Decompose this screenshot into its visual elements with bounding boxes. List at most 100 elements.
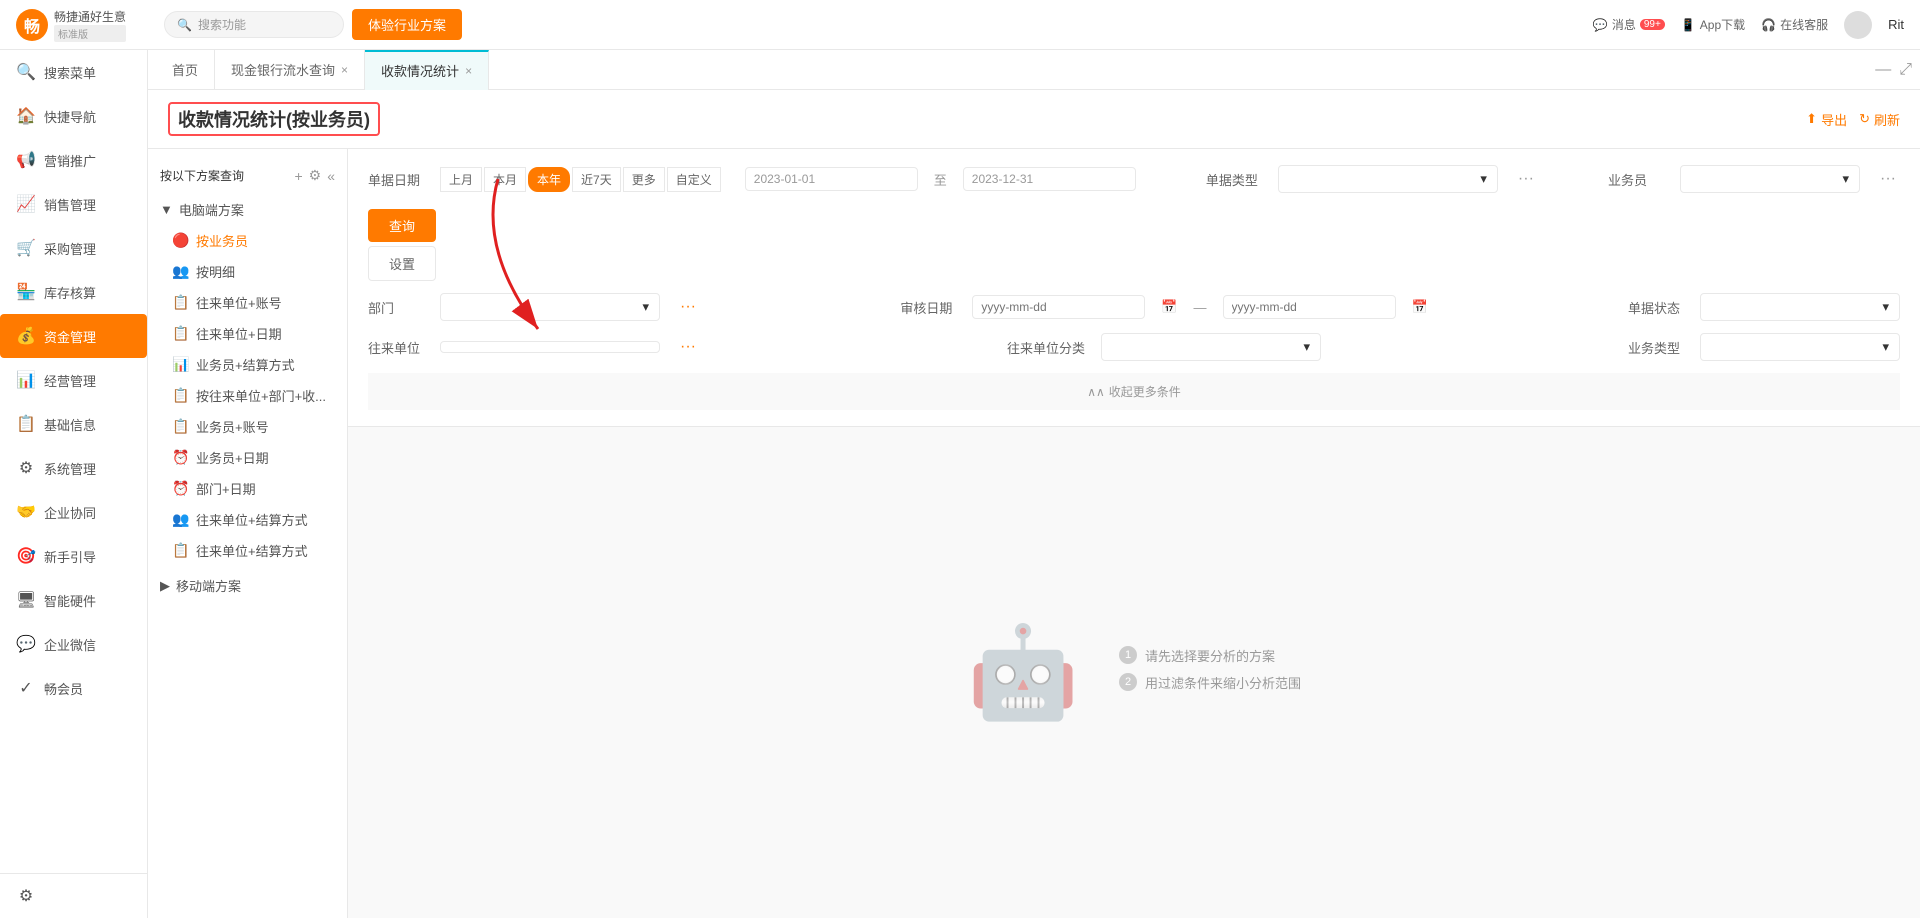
scheme-collapse-btn[interactable]: « bbox=[327, 167, 335, 184]
salesman-select[interactable]: ▾ bbox=[1680, 165, 1860, 193]
audit-from-input[interactable] bbox=[972, 295, 1145, 319]
counterpart-more-btn[interactable]: ··· bbox=[676, 338, 700, 356]
scheme-item-counterpart-date[interactable]: 📋 往来单位+日期 bbox=[148, 318, 347, 349]
calendar-icon[interactable]: 📅 bbox=[1161, 299, 1177, 315]
bill-status-select[interactable]: ▾ bbox=[1700, 293, 1900, 321]
sidebar-item-settings[interactable]: ⚙ bbox=[0, 874, 147, 918]
top-bar-right: 💬 消息 99+ 📱 App下载 🎧 在线客服 Rit bbox=[1593, 11, 1904, 39]
chevron-down-icon: ▾ bbox=[642, 299, 649, 315]
type-label: 单据类型 bbox=[1206, 170, 1262, 189]
sidebar-item-quicknav[interactable]: 🏠 快捷导航 bbox=[0, 94, 147, 138]
sidebar-item-sales[interactable]: 📈 销售管理 bbox=[0, 182, 147, 226]
type-more-btn[interactable]: ··· bbox=[1514, 170, 1538, 188]
dept-select[interactable]: ▾ bbox=[440, 293, 660, 321]
counterpart-select[interactable] bbox=[440, 341, 660, 353]
dept-more-btn[interactable]: ··· bbox=[676, 298, 700, 316]
filter-settings-btn[interactable]: 设置 bbox=[368, 246, 436, 281]
scheme-item-salesman-settle[interactable]: 📊 业务员+结算方式 bbox=[148, 349, 347, 380]
trial-btn[interactable]: 体验行业方案 bbox=[352, 9, 462, 40]
salesman-date-label: 业务员+日期 bbox=[196, 448, 269, 467]
sidebar-bottom: ⚙ bbox=[0, 873, 147, 918]
sidebar-item-purchase[interactable]: 🛒 采购管理 bbox=[0, 226, 147, 270]
message-icon: 💬 bbox=[1593, 18, 1608, 32]
avatar[interactable] bbox=[1844, 11, 1872, 39]
audit-to-input[interactable] bbox=[1223, 295, 1396, 319]
salesman-account-label: 业务员+账号 bbox=[196, 417, 269, 436]
search-box[interactable]: 🔍 搜索功能 bbox=[164, 11, 344, 38]
date-tab-lastmonth[interactable]: 上月 bbox=[440, 167, 482, 192]
counterpart-cat-select[interactable]: ▾ bbox=[1101, 333, 1321, 361]
app-download-btn[interactable]: 📱 App下载 bbox=[1681, 16, 1745, 33]
scheme-group-pc-header[interactable]: ▼ 电脑端方案 bbox=[148, 194, 347, 225]
query-btn[interactable]: 查询 bbox=[368, 209, 436, 242]
sidebar-item-guide[interactable]: 🎯 新手引导 bbox=[0, 534, 147, 578]
collapse-icon: ∧∧ bbox=[1087, 385, 1105, 399]
member-icon: ✓ bbox=[16, 678, 36, 698]
scheme-group-mobile-label: 移动端方案 bbox=[176, 576, 241, 595]
scheme-item-salesman-date[interactable]: ⏰ 业务员+日期 bbox=[148, 442, 347, 473]
type-select[interactable]: ▾ bbox=[1278, 165, 1498, 193]
date-tab-thismonth[interactable]: 本月 bbox=[484, 167, 526, 192]
date-tab-more[interactable]: 更多 bbox=[623, 167, 665, 192]
scheme-header: 按以下方案查询 + ⚙ « bbox=[148, 161, 347, 194]
collapse-bar[interactable]: ∧∧ 收起更多条件 bbox=[368, 373, 1900, 410]
service-icon: 🎧 bbox=[1761, 18, 1776, 32]
export-btn[interactable]: ⬆ 导出 bbox=[1806, 110, 1847, 129]
sidebar-item-member[interactable]: ✓ 畅会员 bbox=[0, 666, 147, 710]
tab-bank[interactable]: 现金银行流水查询 × bbox=[215, 50, 365, 90]
date-to-input[interactable] bbox=[963, 167, 1136, 191]
sidebar-item-system[interactable]: ⚙ 系统管理 bbox=[0, 446, 147, 490]
tab-receipt[interactable]: 收款情况统计 × bbox=[365, 50, 489, 90]
scheme-item-dept-date[interactable]: ⏰ 部门+日期 bbox=[148, 473, 347, 504]
sidebar-item-business[interactable]: 📊 经营管理 bbox=[0, 358, 147, 402]
scheme-item-salesman[interactable]: 🔴 按业务员 bbox=[148, 225, 347, 256]
biz-type-select[interactable]: ▾ bbox=[1700, 333, 1900, 361]
filter-btn-group: 查询 设置 bbox=[368, 209, 436, 281]
scheme-item-detail[interactable]: 👥 按明细 bbox=[148, 256, 347, 287]
sidebar-item-wechat[interactable]: 💬 企业微信 bbox=[0, 622, 147, 666]
main-layout: 🔍 搜索菜单 🏠 快捷导航 📢 营销推广 📈 销售管理 🛒 采购管理 🏪 库存核… bbox=[0, 0, 1920, 918]
chevron-right-icon: ▶ bbox=[160, 578, 170, 594]
date-from-input[interactable] bbox=[745, 167, 918, 191]
scheme-item-counterpart-dept[interactable]: 📋 按往来单位+部门+收... bbox=[148, 380, 347, 411]
header-actions: ⬆ 导出 ↻ 刷新 bbox=[1806, 110, 1900, 129]
tab-bank-close[interactable]: × bbox=[341, 63, 348, 77]
date-tab-7days[interactable]: 近7天 bbox=[572, 167, 621, 192]
tab-home[interactable]: 首页 bbox=[156, 50, 215, 90]
refresh-btn[interactable]: ↻ 刷新 bbox=[1859, 110, 1900, 129]
scheme-item-counterpart-settle1[interactable]: 👥 往来单位+结算方式 bbox=[148, 504, 347, 535]
messages-btn[interactable]: 💬 消息 99+ bbox=[1593, 16, 1665, 33]
online-service-btn[interactable]: 🎧 在线客服 bbox=[1761, 16, 1828, 33]
scheme-item-counterpart-account[interactable]: 📋 往来单位+账号 bbox=[148, 287, 347, 318]
bill-status-label: 单据状态 bbox=[1628, 298, 1684, 317]
salesman-more-btn[interactable]: ··· bbox=[1876, 170, 1900, 188]
scheme-actions: + ⚙ « bbox=[294, 167, 335, 184]
scheme-group-mobile-header[interactable]: ▶ 移动端方案 bbox=[148, 570, 347, 601]
sidebar-item-basic[interactable]: 📋 基础信息 bbox=[0, 402, 147, 446]
add-scheme-btn[interactable]: + bbox=[294, 167, 302, 184]
lower-content: 🤖 1 请先选择要分析的方案 2 用过滤条件来缩小分析范围 bbox=[348, 427, 1920, 918]
date-tab-custom[interactable]: 自定义 bbox=[667, 167, 721, 192]
scheme-item-counterpart-settle2[interactable]: 📋 往来单位+结算方式 bbox=[148, 535, 347, 566]
tab-bank-label: 现金银行流水查询 bbox=[231, 60, 335, 79]
tab-maximize-btn[interactable]: ⤢ bbox=[1899, 61, 1912, 79]
sidebar-item-marketing[interactable]: 📢 营销推广 bbox=[0, 138, 147, 182]
settings-icon: ⚙ bbox=[16, 886, 36, 906]
scheme-item-salesman-account[interactable]: 📋 业务员+账号 bbox=[148, 411, 347, 442]
counterpart-label: 往来单位 bbox=[368, 338, 424, 357]
date-tab-thisyear[interactable]: 本年 bbox=[528, 167, 570, 192]
filter-row-1: 单据日期 上月 本月 本年 近7天 更多 自定义 至 bbox=[368, 165, 1900, 281]
tab-receipt-close[interactable]: × bbox=[465, 64, 472, 78]
scheme-settings-btn[interactable]: ⚙ bbox=[309, 167, 322, 184]
sidebar-item-inventory[interactable]: 🏪 库存核算 bbox=[0, 270, 147, 314]
sidebar-item-enterprise[interactable]: 🤝 企业协同 bbox=[0, 490, 147, 534]
sidebar-item-finance[interactable]: 💰 资金管理 bbox=[0, 314, 147, 358]
calendar-icon-2[interactable]: 📅 bbox=[1412, 299, 1428, 315]
scheme-group-mobile: ▶ 移动端方案 bbox=[148, 570, 347, 601]
sidebar-label-business: 经营管理 bbox=[44, 371, 96, 390]
search-icon: 🔍 bbox=[177, 18, 192, 32]
tab-minimize-btn[interactable]: — bbox=[1875, 61, 1891, 79]
sidebar-item-search[interactable]: 🔍 搜索菜单 bbox=[0, 50, 147, 94]
sidebar-item-hardware[interactable]: 🖥 智能硬件 bbox=[0, 578, 147, 622]
scheme-item-salesman-icon: 🔴 bbox=[172, 232, 190, 249]
